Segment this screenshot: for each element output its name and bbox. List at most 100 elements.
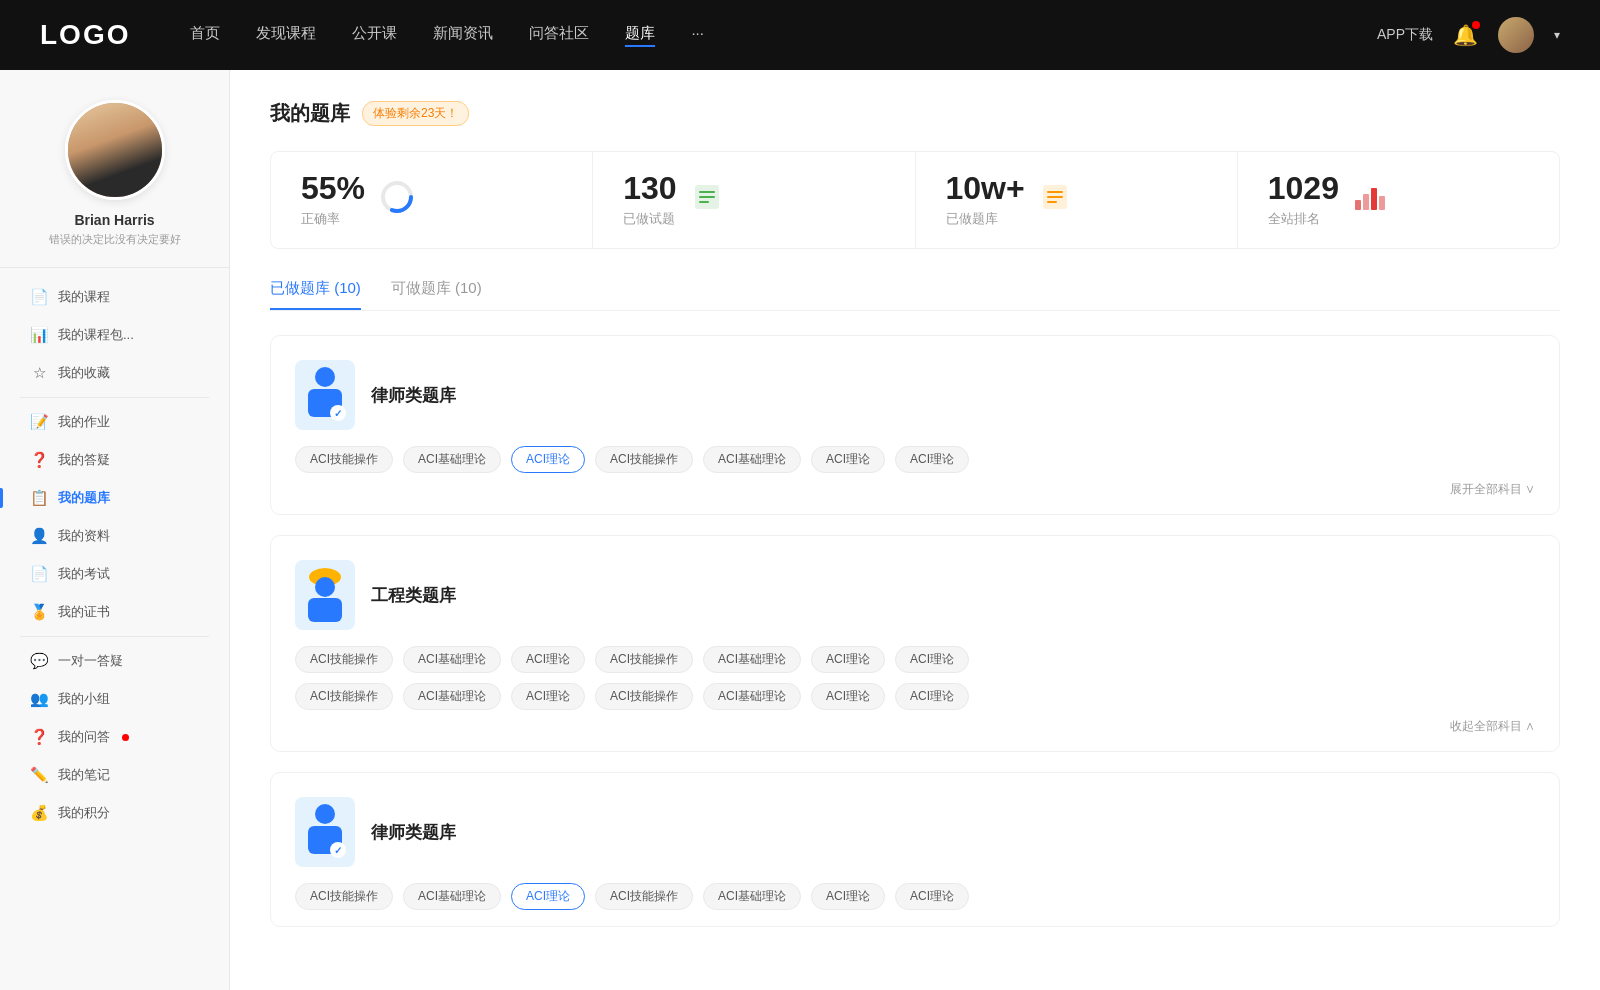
sidebar-item-courses[interactable]: 📄 我的课程 bbox=[0, 278, 229, 316]
tag-item[interactable]: ACI理论 bbox=[895, 883, 969, 910]
avatar[interactable] bbox=[1498, 17, 1534, 53]
courses-icon: 📄 bbox=[30, 288, 48, 306]
bank-card-lawyer-2: ✓ 律师类题库 ACI技能操作 ACI基础理论 ACI理论 ACI技能操作 AC… bbox=[270, 772, 1560, 927]
sidebar: Brian Harris 错误的决定比没有决定要好 📄 我的课程 📊 我的课程包… bbox=[0, 70, 230, 990]
notification-bell[interactable]: 🔔 bbox=[1453, 23, 1478, 47]
tag-item[interactable]: ACI基础理论 bbox=[403, 646, 501, 673]
tag-item[interactable]: ACI技能操作 bbox=[595, 646, 693, 673]
sidebar-item-label: 我的小组 bbox=[58, 690, 110, 708]
tag-item[interactable]: ACI理论 bbox=[811, 446, 885, 473]
stat-value-accuracy: 55% bbox=[301, 172, 365, 204]
bank-title-lawyer-1: 律师类题库 bbox=[371, 384, 456, 407]
svg-rect-13 bbox=[1379, 196, 1385, 210]
profile-icon: 👤 bbox=[30, 527, 48, 545]
sidebar-item-exam[interactable]: 📄 我的考试 bbox=[0, 555, 229, 593]
tag-item[interactable]: ACI基础理论 bbox=[703, 446, 801, 473]
tag-item[interactable]: ACI技能操作 bbox=[295, 646, 393, 673]
tag-item[interactable]: ACI理论 bbox=[895, 683, 969, 710]
lawyer-icon-2: ✓ bbox=[295, 797, 355, 867]
stat-text-done: 130 已做试题 bbox=[623, 172, 676, 228]
nav-discover[interactable]: 发现课程 bbox=[256, 24, 316, 47]
svg-rect-5 bbox=[699, 201, 709, 203]
homework-icon: 📝 bbox=[30, 413, 48, 431]
stat-card-accuracy: 55% 正确率 bbox=[271, 152, 593, 248]
svg-rect-9 bbox=[1047, 201, 1057, 203]
tag-item[interactable]: ACI基础理论 bbox=[703, 883, 801, 910]
tag-item[interactable]: ACI理论 bbox=[511, 683, 585, 710]
svg-point-14 bbox=[315, 367, 335, 387]
tag-item[interactable]: ACI技能操作 bbox=[595, 883, 693, 910]
svg-rect-10 bbox=[1355, 200, 1361, 210]
bank-card-engineer: 工程类题库 ACI技能操作 ACI基础理论 ACI理论 ACI技能操作 ACI基… bbox=[270, 535, 1560, 752]
tab-done-banks[interactable]: 已做题库 (10) bbox=[270, 279, 361, 310]
tag-item[interactable]: ACI基础理论 bbox=[703, 683, 801, 710]
svg-rect-7 bbox=[1047, 191, 1063, 193]
sidebar-item-packages[interactable]: 📊 我的课程包... bbox=[0, 316, 229, 354]
sidebar-item-label: 我的题库 bbox=[58, 489, 110, 507]
tag-item[interactable]: ACI技能操作 bbox=[295, 683, 393, 710]
stats-row: 55% 正确率 130 已做试题 bbox=[270, 151, 1560, 249]
main-content: 我的题库 体验剩余23天！ 55% 正确率 130 bbox=[230, 70, 1600, 990]
trial-badge: 体验剩余23天！ bbox=[362, 101, 469, 126]
sidebar-item-homework[interactable]: 📝 我的作业 bbox=[0, 403, 229, 441]
tag-item[interactable]: ACI技能操作 bbox=[595, 683, 693, 710]
sidebar-item-cert[interactable]: 🏅 我的证书 bbox=[0, 593, 229, 631]
notes-icon: ✏️ bbox=[30, 766, 48, 784]
tag-item[interactable]: ACI基础理论 bbox=[703, 646, 801, 673]
stat-text-banks: 10w+ 已做题库 bbox=[946, 172, 1025, 228]
tag-item-highlighted[interactable]: ACI理论 bbox=[511, 883, 585, 910]
tab-available-banks[interactable]: 可做题库 (10) bbox=[391, 279, 482, 310]
sidebar-item-points[interactable]: 💰 我的积分 bbox=[0, 794, 229, 832]
tag-item[interactable]: ACI技能操作 bbox=[595, 446, 693, 473]
sidebar-item-notes[interactable]: ✏️ 我的笔记 bbox=[0, 756, 229, 794]
nav-more[interactable]: ··· bbox=[691, 24, 704, 47]
nav-qa[interactable]: 问答社区 bbox=[529, 24, 589, 47]
sidebar-item-questions[interactable]: ❓ 我的答疑 bbox=[0, 441, 229, 479]
nav-open-course[interactable]: 公开课 bbox=[352, 24, 397, 47]
stat-label-accuracy: 正确率 bbox=[301, 210, 365, 228]
tag-item[interactable]: ACI理论 bbox=[895, 646, 969, 673]
nav-bank[interactable]: 题库 bbox=[625, 24, 655, 47]
tag-item[interactable]: ACI基础理论 bbox=[403, 683, 501, 710]
sidebar-nav: 📄 我的课程 📊 我的课程包... ☆ 我的收藏 📝 我的作业 ❓ 我的答疑 � bbox=[0, 278, 229, 832]
tag-item[interactable]: ACI技能操作 bbox=[295, 446, 393, 473]
favorites-icon: ☆ bbox=[30, 364, 48, 382]
svg-text:✓: ✓ bbox=[334, 408, 342, 419]
bank-card-lawyer-1: ✓ 律师类题库 ACI技能操作 ACI基础理论 ACI理论 ACI技能操作 AC… bbox=[270, 335, 1560, 515]
stat-card-rank: 1029 全站排名 bbox=[1238, 152, 1559, 248]
sidebar-divider-2 bbox=[20, 636, 209, 637]
tag-item[interactable]: ACI理论 bbox=[511, 646, 585, 673]
user-menu-chevron[interactable]: ▾ bbox=[1554, 28, 1560, 42]
page-title: 我的题库 bbox=[270, 100, 350, 127]
tag-item[interactable]: ACI理论 bbox=[811, 683, 885, 710]
cert-icon: 🏅 bbox=[30, 603, 48, 621]
groups-icon: 👥 bbox=[30, 690, 48, 708]
sidebar-item-myqa[interactable]: ❓ 我的问答 bbox=[0, 718, 229, 756]
sidebar-item-label: 我的课程包... bbox=[58, 326, 134, 344]
tag-item[interactable]: ACI基础理论 bbox=[403, 446, 501, 473]
tag-item[interactable]: ACI技能操作 bbox=[295, 883, 393, 910]
notification-dot bbox=[1472, 21, 1480, 29]
myqa-icon: ❓ bbox=[30, 728, 48, 746]
questions-icon: ❓ bbox=[30, 451, 48, 469]
exam-icon: 📄 bbox=[30, 565, 48, 583]
app-download-link[interactable]: APP下载 bbox=[1377, 26, 1433, 44]
expand-button-lawyer-1[interactable]: 展开全部科目 ∨ bbox=[295, 481, 1535, 498]
stat-card-banks: 10w+ 已做题库 bbox=[916, 152, 1238, 248]
collapse-button-engineer[interactable]: 收起全部科目 ∧ bbox=[295, 718, 1535, 735]
tag-item[interactable]: ACI理论 bbox=[895, 446, 969, 473]
nav-news[interactable]: 新闻资讯 bbox=[433, 24, 493, 47]
sidebar-item-bank[interactable]: 📋 我的题库 bbox=[0, 479, 229, 517]
sidebar-item-1on1[interactable]: 💬 一对一答疑 bbox=[0, 642, 229, 680]
sidebar-item-favorites[interactable]: ☆ 我的收藏 bbox=[0, 354, 229, 392]
nav-home[interactable]: 首页 bbox=[190, 24, 220, 47]
sidebar-item-groups[interactable]: 👥 我的小组 bbox=[0, 680, 229, 718]
1on1-icon: 💬 bbox=[30, 652, 48, 670]
navbar-menu: 首页 发现课程 公开课 新闻资讯 问答社区 题库 ··· bbox=[190, 24, 1377, 47]
tag-item[interactable]: ACI基础理论 bbox=[403, 883, 501, 910]
stat-value-done: 130 bbox=[623, 172, 676, 204]
tag-item[interactable]: ACI理论 bbox=[811, 883, 885, 910]
sidebar-item-profile[interactable]: 👤 我的资料 bbox=[0, 517, 229, 555]
tag-item-highlighted[interactable]: ACI理论 bbox=[511, 446, 585, 473]
tag-item[interactable]: ACI理论 bbox=[811, 646, 885, 673]
